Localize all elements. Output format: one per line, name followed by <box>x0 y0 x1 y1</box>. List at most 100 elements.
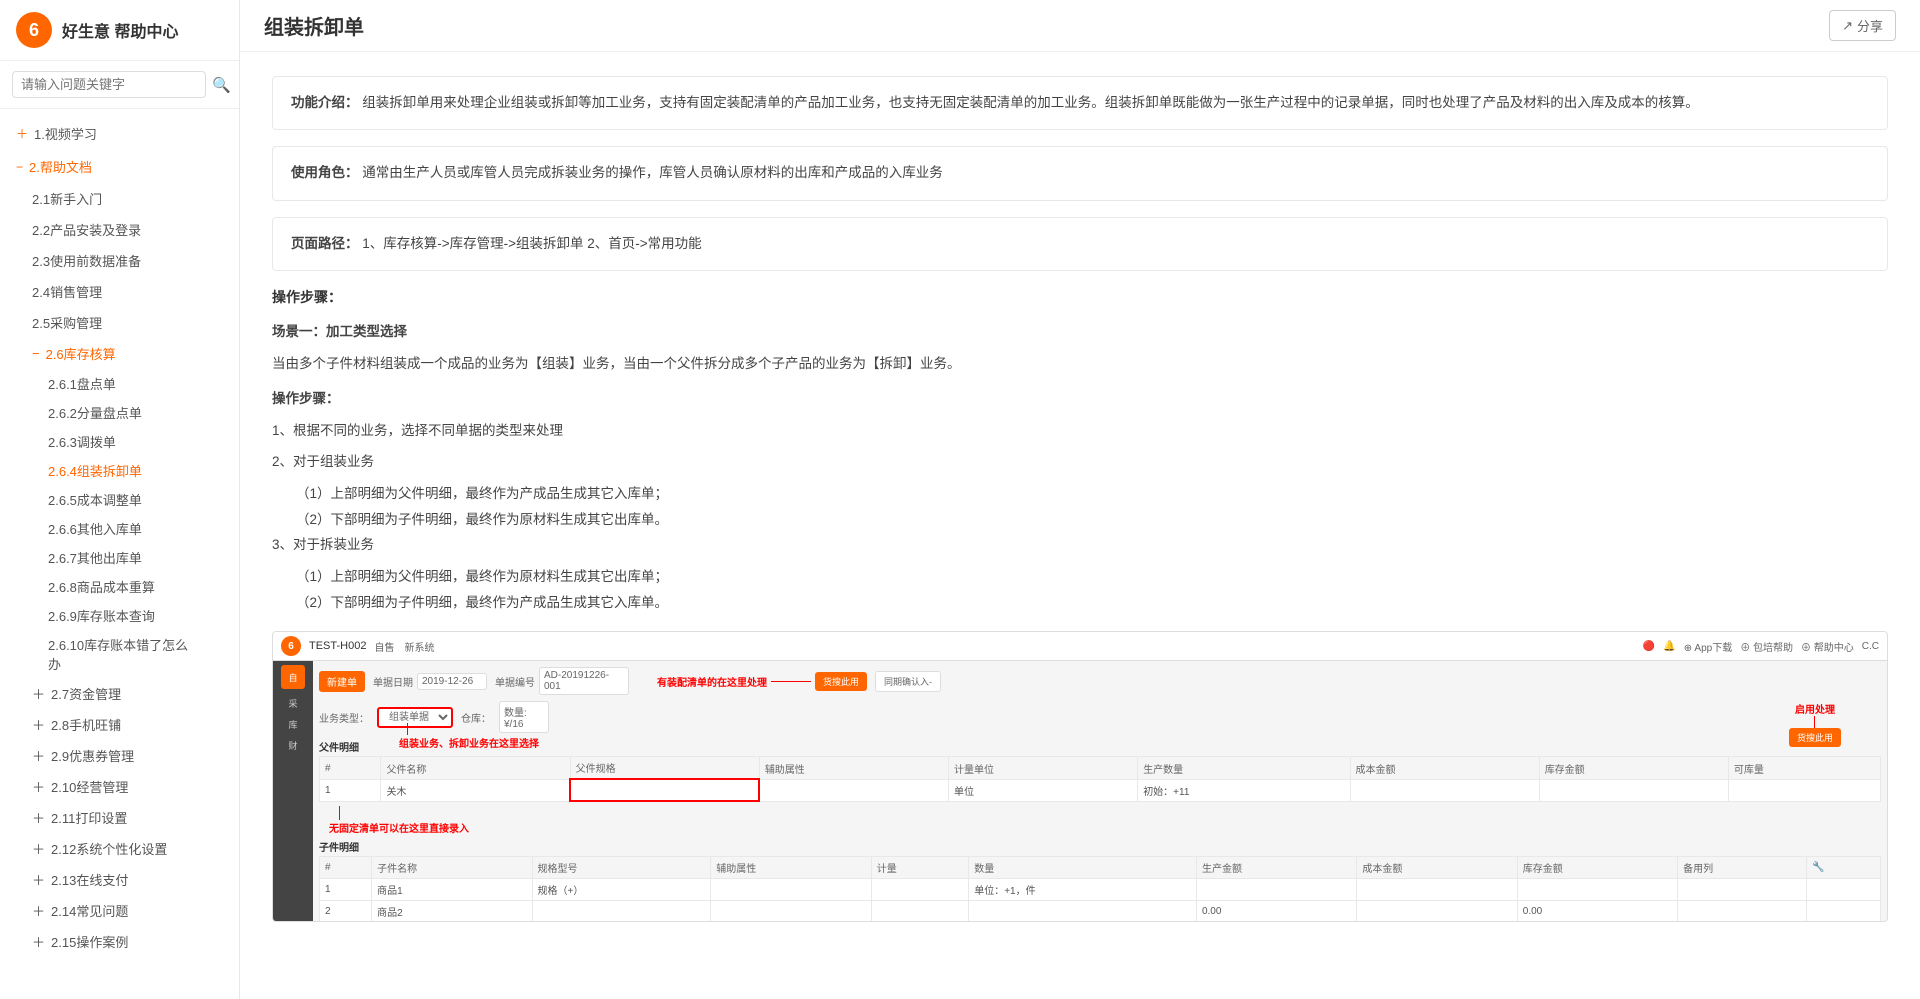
sidebar-item-partial-stocktake[interactable]: 2.6.2分量盘点单 <box>0 398 239 427</box>
step2-1: （1）上部明细为父件明细，最终作为产成品生成其它入库单； <box>272 481 1888 507</box>
search-input[interactable] <box>12 71 206 98</box>
sidebar-item-ops[interactable]: ＋ 2.10经营管理 <box>0 771 239 802</box>
sidebar: 6 好生意 帮助中心 🔍 ＋ 1.视频学习 − 2.帮助文档 2.1新手入门 2… <box>0 0 240 999</box>
step3-1: （1）上部明细为父件明细，最终作为原材料生成其它出库单； <box>272 564 1888 590</box>
sidebar-item-data-prep[interactable]: 2.3使用前数据准备 <box>0 245 239 276</box>
sim-lower-table: # 子件名称 规格型号 辅助属性 计量 数量 生产金额 成本金额 库存金额 <box>319 856 1881 921</box>
main-panel: 组装拆卸单 ↗ 分享 功能介绍： 组装拆卸单用来处理企业组装或拆卸等加工业务，支… <box>240 0 1920 999</box>
sim-sidebar-icon3: 库 <box>288 718 297 731</box>
minus-icon: − <box>16 160 23 174</box>
sidebar-item-other-in[interactable]: 2.6.6其他入库单 <box>0 514 239 543</box>
sim-help: ⊕ 包培帮助 <box>1740 639 1793 654</box>
share-button[interactable]: ↗ 分享 <box>1829 10 1896 41</box>
sidebar-item-coupon[interactable]: ＋ 2.9优惠券管理 <box>0 740 239 771</box>
sim-col-unit: 计量单位 <box>949 757 1138 780</box>
sidebar-item-other-out[interactable]: 2.6.7其他出库单 <box>0 543 239 572</box>
sim-btn-enable: 货搜此用 <box>1789 728 1841 747</box>
sidebar-item-videos[interactable]: ＋ 1.视频学习 <box>0 117 239 150</box>
sim-icon-bell: 🔔 <box>1663 641 1675 652</box>
sim-appstore: ⊕ App下载 <box>1684 639 1732 654</box>
sidebar-item-customize[interactable]: ＋ 2.12系统个性化设置 <box>0 833 239 864</box>
ann-nofixedlist: 无固定清单可以在这里直接录入 <box>329 824 469 835</box>
plus-icon: ＋ <box>16 125 28 142</box>
sidebar-title: 好生意 帮助中心 <box>62 18 178 42</box>
sidebar-header: 6 好生意 帮助中心 <box>0 0 239 61</box>
sidebar-item-stocktake[interactable]: 2.6.1盘点单 <box>0 369 239 398</box>
sidebar-item-finance[interactable]: ＋ 2.7资金管理 <box>0 678 239 709</box>
sim-col-idx: # <box>320 757 381 780</box>
sim-btn-newrecord: 新建单 <box>319 671 365 692</box>
table-row: 2商品20.000.00 <box>320 901 1881 922</box>
sim-col-parent-spec: 父件规格 <box>570 757 759 780</box>
sim-date-label: 单据日期 <box>373 674 413 689</box>
search-icon[interactable]: 🔍 <box>212 76 231 94</box>
sim-col-aux: 辅助属性 <box>759 757 948 780</box>
sim-upper-table: # 父件名称 父件规格 辅助属性 计量单位 生产数量 成本金额 库存金额 可库量 <box>319 756 1881 802</box>
page-title: 组装拆卸单 <box>264 11 364 40</box>
sim-helpcenter: ⊕ 帮助中心 <box>1801 639 1854 654</box>
step1: 1、根据不同的业务，选择不同单据的类型来处理 <box>272 418 1888 444</box>
sim-lower-table-label: 子件明细 <box>319 839 1881 854</box>
sidebar-item-ledger-fix[interactable]: 2.6.10库存账本错了怎么办 <box>0 630 239 678</box>
step2: 2、对于组装业务 <box>272 449 1888 475</box>
role-box: 使用角色： 通常由生产人员或库管人员完成拆装业务的操作，库管人员确认原材料的出库… <box>272 146 1888 200</box>
sidebar-item-payment[interactable]: ＋ 2.13在线支付 <box>0 864 239 895</box>
sim-logo-icon: 6 <box>281 636 301 656</box>
sim-nav-new: 新系统 <box>404 639 434 654</box>
sim-col-cost: 成本金额 <box>1350 757 1539 780</box>
path-text: 1、库存核算->库存管理->组装拆卸单 2、首页->常用功能 <box>362 236 701 251</box>
sidebar-item-assembly[interactable]: 2.6.4组装拆卸单 <box>0 456 239 485</box>
sim-date-value: 2019-12-26 <box>417 673 487 690</box>
sidebar-item-newbie[interactable]: 2.1新手入门 <box>0 183 239 214</box>
search-box: 🔍 <box>0 61 239 109</box>
sidebar-item-helpdoc[interactable]: − 2.帮助文档 <box>0 150 239 183</box>
sim-col-parent-name: 父件名称 <box>381 757 570 780</box>
path-box: 页面路径： 1、库存核算->库存管理->组装拆卸单 2、首页->常用功能 <box>272 217 1888 271</box>
ops-title: 操作步骤： <box>272 287 1888 307</box>
sidebar-item-faq[interactable]: ＋ 2.14常见问题 <box>0 895 239 926</box>
sidebar-item-inventory[interactable]: − 2.6库存核算 <box>0 338 239 369</box>
simulated-screenshot: 6 TEST-H002 自售 新系统 🔴 🔔 ⊕ App下载 ⊕ 包培帮助 ⊕ … <box>273 632 1887 921</box>
sidebar-item-ledger-query[interactable]: 2.6.9库存账本查询 <box>0 601 239 630</box>
sim-sidebar-icon4: 财 <box>288 739 297 752</box>
nav-tree: ＋ 1.视频学习 − 2.帮助文档 2.1新手入门 2.2产品安装及登录 2.3… <box>0 109 239 999</box>
sim-toolbar-row: 新建单 单据日期 2019-12-26 单据编号 AD-20191226-001 <box>319 667 1881 695</box>
intro-text: 组装拆卸单用来处理企业组装或拆卸等加工业务，支持有固定装配清单的产品加工业务，也… <box>362 95 1699 110</box>
sim-sidebar-icon1: 自 <box>281 665 305 689</box>
sidebar-item-mobile[interactable]: ＋ 2.8手机旺铺 <box>0 709 239 740</box>
scene-label: 场景一：加工类型选择 <box>272 319 1888 345</box>
ann-fixedlist: 有装配清单的在这里处理 <box>657 674 767 689</box>
table-row: 1商品1规格（+）单位：+1，件 <box>320 879 1881 901</box>
minus-icon-inv: − <box>32 346 40 361</box>
intro-label: 功能介绍： <box>291 95 359 110</box>
sim-upper-table-label: 父件明细 <box>319 739 1881 754</box>
ann-type-select: 组装业务、拆卸业务在这里选择 <box>399 735 539 750</box>
sim-type-label: 业务类型： <box>319 710 369 725</box>
content-area: 功能介绍： 组装拆卸单用来处理企业组装或拆卸等加工业务，支持有固定装配清单的产品… <box>240 52 1920 999</box>
sim-topbar: 6 TEST-H002 自售 新系统 🔴 🔔 ⊕ App下载 ⊕ 包培帮助 ⊕ … <box>273 632 1887 661</box>
step2-2: （2）下部明细为子件明细，最终作为原材料生成其它出库单。 <box>272 507 1888 533</box>
role-text: 通常由生产人员或库管人员完成拆装业务的操作，库管人员确认原材料的出库和产成品的入… <box>362 165 943 180</box>
share-icon: ↗ <box>1842 18 1853 34</box>
sidebar-item-sales[interactable]: 2.4销售管理 <box>0 276 239 307</box>
topbar: 组装拆卸单 ↗ 分享 <box>240 0 1920 52</box>
sidebar-item-install[interactable]: 2.2产品安装及登录 <box>0 214 239 245</box>
intro-box: 功能介绍： 组装拆卸单用来处理企业组装或拆卸等加工业务，支持有固定装配清单的产品… <box>272 76 1888 130</box>
sim-nav-home: 自售 <box>374 639 394 654</box>
step3-2: （2）下部明细为子件明细，最终作为产成品生成其它入库单。 <box>272 590 1888 616</box>
table-row: 1 关木 单位 初始：+11 <box>320 779 1881 801</box>
sim-docid-label: 单据编号 <box>495 674 535 689</box>
ops-steps-title: 操作步骤： <box>272 386 1888 412</box>
sim-col-qty: 生产数量 <box>1138 757 1350 780</box>
sidebar-item-cost-recalc[interactable]: 2.6.8商品成本重算 <box>0 572 239 601</box>
sidebar-item-cases[interactable]: ＋ 2.15操作案例 <box>0 926 239 957</box>
screenshot-container: 6 TEST-H002 自售 新系统 🔴 🔔 ⊕ App下载 ⊕ 包培帮助 ⊕ … <box>272 631 1888 922</box>
sidebar-item-cost-adj[interactable]: 2.6.5成本调整单 <box>0 485 239 514</box>
sidebar-item-transfer[interactable]: 2.6.3调拨单 <box>0 427 239 456</box>
sim-company: TEST-H002 <box>309 640 366 652</box>
sidebar-item-print[interactable]: ＋ 2.11打印设置 <box>0 802 239 833</box>
sidebar-item-purchase[interactable]: 2.5采购管理 <box>0 307 239 338</box>
sim-btn-select-material: 货搜此用 <box>815 672 867 691</box>
step3: 3、对于拆装业务 <box>272 532 1888 558</box>
role-label: 使用角色： <box>291 165 359 180</box>
